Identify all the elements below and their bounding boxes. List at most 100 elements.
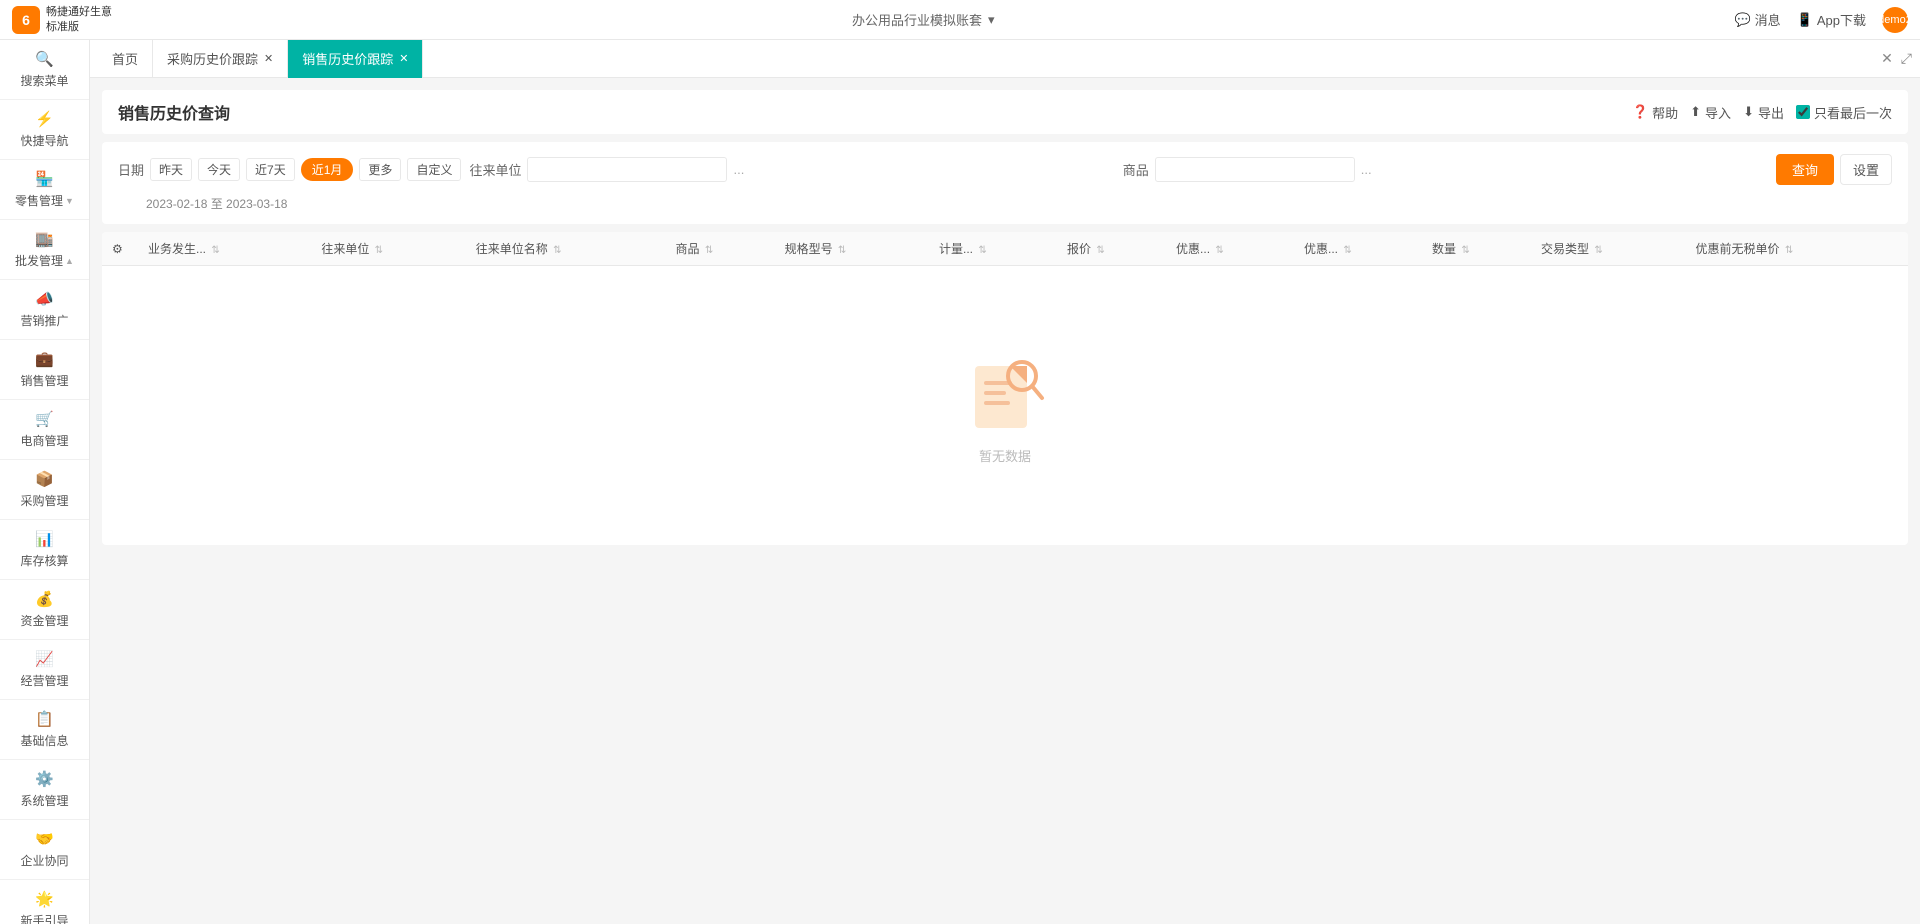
col-quote[interactable]: 报价 ⇅ xyxy=(1057,232,1166,266)
sidebar-item-ecom-mgmt[interactable]: 🛒 电商管理 xyxy=(0,400,89,460)
product-input[interactable] xyxy=(1155,157,1355,182)
setting-btn[interactable]: 设置 xyxy=(1840,154,1892,185)
sort-arrows-pretax-price: ⇅ xyxy=(1785,245,1793,256)
date-btn-last1m[interactable]: 近1月 xyxy=(301,158,354,181)
maximize-tab-action-icon[interactable]: ⤢ xyxy=(1901,50,1912,67)
empty-svg xyxy=(960,346,1050,436)
sort-arrows-qty: ⇅ xyxy=(1461,245,1469,256)
product-search-dots: ... xyxy=(1361,162,1372,177)
col-product[interactable]: 商品 ⇅ xyxy=(665,232,774,266)
sales-icon: 💼 xyxy=(35,350,54,368)
sort-arrows-biz-date: ⇅ xyxy=(211,245,219,256)
page-header: 销售历史价查询 ❓ 帮助 ⬆ 导入 ⬇ 导出 xyxy=(102,90,1908,134)
sort-arrows-partner-name: ⇅ xyxy=(553,245,561,256)
content-area: 首页 采购历史价跟踪 ✕ 销售历史价跟踪 ✕ ✕ ⤢ 销售历史价查询 xyxy=(90,40,1920,924)
logo-icon: 6 xyxy=(12,6,40,34)
col-unit[interactable]: 计量... ⇅ xyxy=(929,232,1057,266)
import-btn[interactable]: ⬆ 导入 xyxy=(1690,103,1731,122)
date-btn-custom[interactable]: 自定义 xyxy=(407,158,461,181)
date-btn-more[interactable]: 更多 xyxy=(359,158,401,181)
query-btn[interactable]: 查询 xyxy=(1776,154,1834,185)
enterprise-icon: 🤝 xyxy=(35,830,54,848)
col-qty[interactable]: 数量 ⇅ xyxy=(1422,232,1531,266)
partner-label: 往来单位 xyxy=(469,160,521,179)
tab-purchase-history[interactable]: 采购历史价跟踪 ✕ xyxy=(153,40,288,78)
sidebar-item-marketing[interactable]: 📣 营销推广 xyxy=(0,280,89,340)
col-partner-name[interactable]: 往来单位名称 ⇅ xyxy=(466,232,666,266)
import-icon: ⬆ xyxy=(1690,104,1701,120)
empty-text: 暂无数据 xyxy=(979,446,1031,465)
search-btn-row: 查询 设置 xyxy=(1776,154,1892,185)
product-label: 商品 xyxy=(1123,160,1149,179)
close-purchase-tab-icon[interactable]: ✕ xyxy=(264,52,273,65)
user-avatar-btn[interactable]: demo2 xyxy=(1882,7,1908,33)
col-spec[interactable]: 规格型号 ⇅ xyxy=(775,232,929,266)
date-label: 日期 xyxy=(118,160,144,179)
message-icon: 💬 xyxy=(1734,12,1750,28)
only-last-checkbox[interactable] xyxy=(1796,105,1810,119)
sort-arrows-trade-type: ⇅ xyxy=(1594,245,1602,256)
sort-arrows-unit: ⇅ xyxy=(978,245,986,256)
date-btn-yesterday[interactable]: 昨天 xyxy=(150,158,192,181)
sidebar-item-system-mgmt[interactable]: ⚙️ 系统管理 xyxy=(0,760,89,820)
sidebar-item-quick-nav[interactable]: ⚡ 快捷导航 xyxy=(0,100,89,160)
partner-input[interactable] xyxy=(527,157,727,182)
date-btn-last7[interactable]: 近7天 xyxy=(246,158,295,181)
date-btn-today[interactable]: 今天 xyxy=(198,158,240,181)
empty-state: 暂无数据 xyxy=(102,266,1908,545)
col-trade-type[interactable]: 交易类型 ⇅ xyxy=(1531,232,1685,266)
sidebar-item-inventory[interactable]: 📊 库存核算 xyxy=(0,520,89,580)
empty-illustration xyxy=(960,346,1050,436)
close-tab-action-icon[interactable]: ✕ xyxy=(1881,50,1893,67)
table-header-row: ⚙ 业务发生... ⇅ 往来单位 ⇅ 往来单位名称 xyxy=(102,232,1908,266)
finance-icon: 💰 xyxy=(35,590,54,608)
product-search-group: 商品 ... xyxy=(1123,157,1768,182)
marketing-icon: 📣 xyxy=(35,290,54,308)
col-discount1[interactable]: 优惠... ⇅ xyxy=(1166,232,1294,266)
date-range-display: 2023-02-18 至 2023-03-18 xyxy=(146,195,287,212)
tab-sales-history[interactable]: 销售历史价跟踪 ✕ xyxy=(288,40,423,78)
sidebar-item-ops-mgmt[interactable]: 📈 经营管理 xyxy=(0,640,89,700)
retail-arrow-icon: ▼ xyxy=(65,196,74,206)
sort-arrows-discount1: ⇅ xyxy=(1215,245,1223,256)
partner-search-dots: ... xyxy=(733,162,744,177)
sort-arrows-spec: ⇅ xyxy=(838,245,846,256)
system-icon: ⚙️ xyxy=(35,770,54,788)
workspace-dropdown-icon[interactable]: ▾ xyxy=(988,12,995,28)
sidebar-item-enterprise-agreement[interactable]: 🤝 企业协同 xyxy=(0,820,89,880)
sidebar-item-basic-info[interactable]: 📋 基础信息 xyxy=(0,700,89,760)
export-btn[interactable]: ⬇ 导出 xyxy=(1743,103,1784,122)
sidebar-item-search-menu[interactable]: 🔍 搜索菜单 xyxy=(0,40,89,100)
date-filter-group: 日期 昨天 今天 近7天 近1月 更多 自定义 xyxy=(118,158,461,181)
close-sales-tab-icon[interactable]: ✕ xyxy=(399,52,408,65)
partner-search-group: 往来单位 ... xyxy=(469,157,1114,182)
tab-home[interactable]: 首页 xyxy=(98,40,153,78)
purchase-icon: 📦 xyxy=(35,470,54,488)
sort-arrows-quote: ⇅ xyxy=(1096,245,1104,256)
app-download-btn[interactable]: 📱 App下载 xyxy=(1797,10,1866,29)
logo-area: 6 畅捷通好生意 标准版 xyxy=(12,5,112,34)
nav-icon: ⚡ xyxy=(35,110,54,128)
col-discount2[interactable]: 优惠... ⇅ xyxy=(1294,232,1422,266)
sidebar-item-sales-mgmt[interactable]: 💼 销售管理 xyxy=(0,340,89,400)
main-layout: 🔍 搜索菜单 ⚡ 快捷导航 🏪 零售管理 ▼ 🏬 批发管理 ▲ 📣 营销推广 xyxy=(0,40,1920,924)
sidebar-item-finance-mgmt[interactable]: 💰 资金管理 xyxy=(0,580,89,640)
help-icon: ❓ xyxy=(1632,104,1648,120)
export-icon: ⬇ xyxy=(1743,104,1754,120)
col-pretax-price[interactable]: 优惠前无税单价 ⇅ xyxy=(1685,232,1908,266)
col-biz-date[interactable]: 业务发生... ⇅ xyxy=(138,232,311,266)
help-btn[interactable]: ❓ 帮助 xyxy=(1632,103,1678,122)
avatar: demo2 xyxy=(1882,7,1908,33)
workspace-selector[interactable]: 办公用品行业模拟账套 ▾ xyxy=(852,10,995,29)
sidebar-item-retail-mgmt[interactable]: 🏪 零售管理 ▼ xyxy=(0,160,89,220)
message-btn[interactable]: 💬 消息 xyxy=(1734,10,1780,29)
sidebar-item-wholesale-mgmt[interactable]: 🏬 批发管理 ▲ xyxy=(0,220,89,280)
sidebar-item-guide[interactable]: 🌟 新手引导 xyxy=(0,880,89,924)
sidebar-item-purchase-mgmt[interactable]: 📦 采购管理 xyxy=(0,460,89,520)
search-row: 日期 昨天 今天 近7天 近1月 更多 自定义 往来单位 ... 商品 xyxy=(118,154,1892,185)
top-bar-right: 💬 消息 📱 App下载 demo2 xyxy=(1734,7,1908,33)
col-partner-code[interactable]: 往来单位 ⇅ xyxy=(311,232,465,266)
logo-text: 畅捷通好生意 标准版 xyxy=(46,5,112,34)
top-bar-left: 6 畅捷通好生意 标准版 xyxy=(12,5,112,34)
settings-gear-icon[interactable]: ⚙ xyxy=(112,242,123,256)
